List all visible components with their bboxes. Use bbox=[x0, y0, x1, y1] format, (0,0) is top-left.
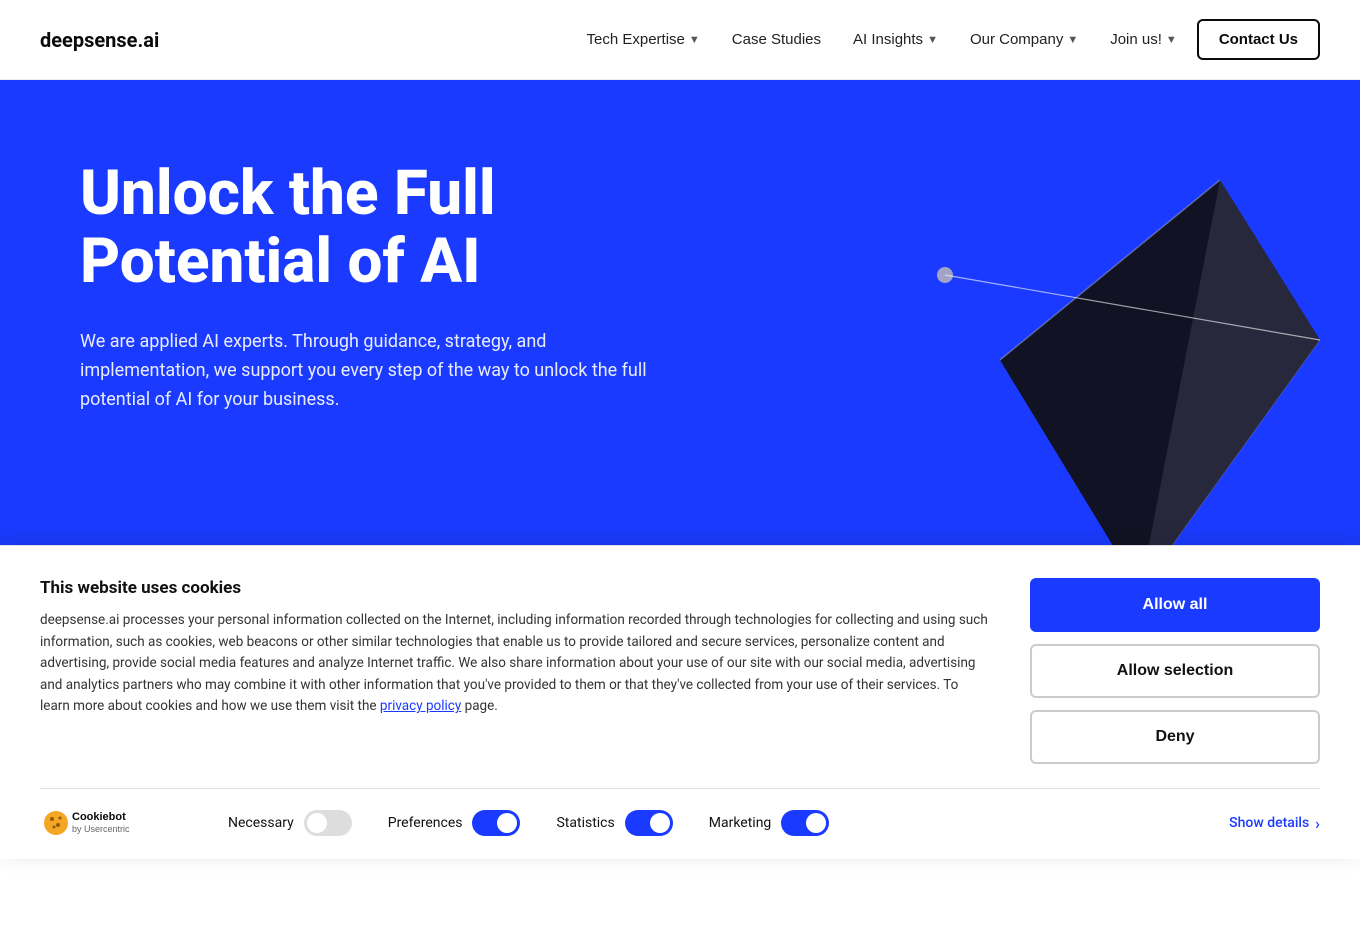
cookie-bottom: Cookiebot by Usercentrics Necessary Pref… bbox=[40, 789, 1320, 859]
cookie-toggle-group: Necessary Preferences Statistics bbox=[228, 810, 1229, 836]
cookie-main: This website uses cookies deepsense.ai p… bbox=[40, 578, 990, 718]
cookie-title: This website uses cookies bbox=[40, 578, 990, 598]
svg-text:Cookiebot: Cookiebot bbox=[72, 811, 126, 823]
cookie-description: deepsense.ai processes your personal inf… bbox=[40, 610, 990, 718]
toggle-knob bbox=[497, 813, 517, 833]
cookie-top: This website uses cookies deepsense.ai p… bbox=[40, 578, 1320, 764]
cookiebot-logo: Cookiebot by Usercentrics bbox=[40, 803, 180, 843]
show-details-button[interactable]: Show details › bbox=[1229, 814, 1320, 833]
toggle-marketing-switch[interactable] bbox=[781, 810, 829, 836]
toggle-statistics: Statistics bbox=[556, 810, 672, 836]
toggle-necessary-switch[interactable] bbox=[304, 810, 352, 836]
cookie-buttons: Allow all Allow selection Deny bbox=[1030, 578, 1320, 764]
toggle-statistics-switch[interactable] bbox=[625, 810, 673, 836]
toggle-knob bbox=[806, 813, 826, 833]
toggle-preferences-switch[interactable] bbox=[472, 810, 520, 836]
svg-text:by Usercentrics: by Usercentrics bbox=[72, 824, 130, 834]
toggle-preferences: Preferences bbox=[388, 810, 521, 836]
toggle-knob bbox=[307, 813, 327, 833]
allow-selection-button[interactable]: Allow selection bbox=[1030, 644, 1320, 698]
toggle-necessary: Necessary bbox=[228, 810, 352, 836]
toggle-marketing: Marketing bbox=[709, 810, 830, 836]
cookie-overlay: This website uses cookies deepsense.ai p… bbox=[0, 0, 1360, 859]
privacy-policy-link[interactable]: privacy policy bbox=[380, 698, 461, 714]
toggle-knob bbox=[650, 813, 670, 833]
allow-all-button[interactable]: Allow all bbox=[1030, 578, 1320, 632]
deny-button[interactable]: Deny bbox=[1030, 710, 1320, 764]
chevron-right-icon: › bbox=[1315, 814, 1320, 833]
cookie-banner: This website uses cookies deepsense.ai p… bbox=[0, 545, 1360, 859]
